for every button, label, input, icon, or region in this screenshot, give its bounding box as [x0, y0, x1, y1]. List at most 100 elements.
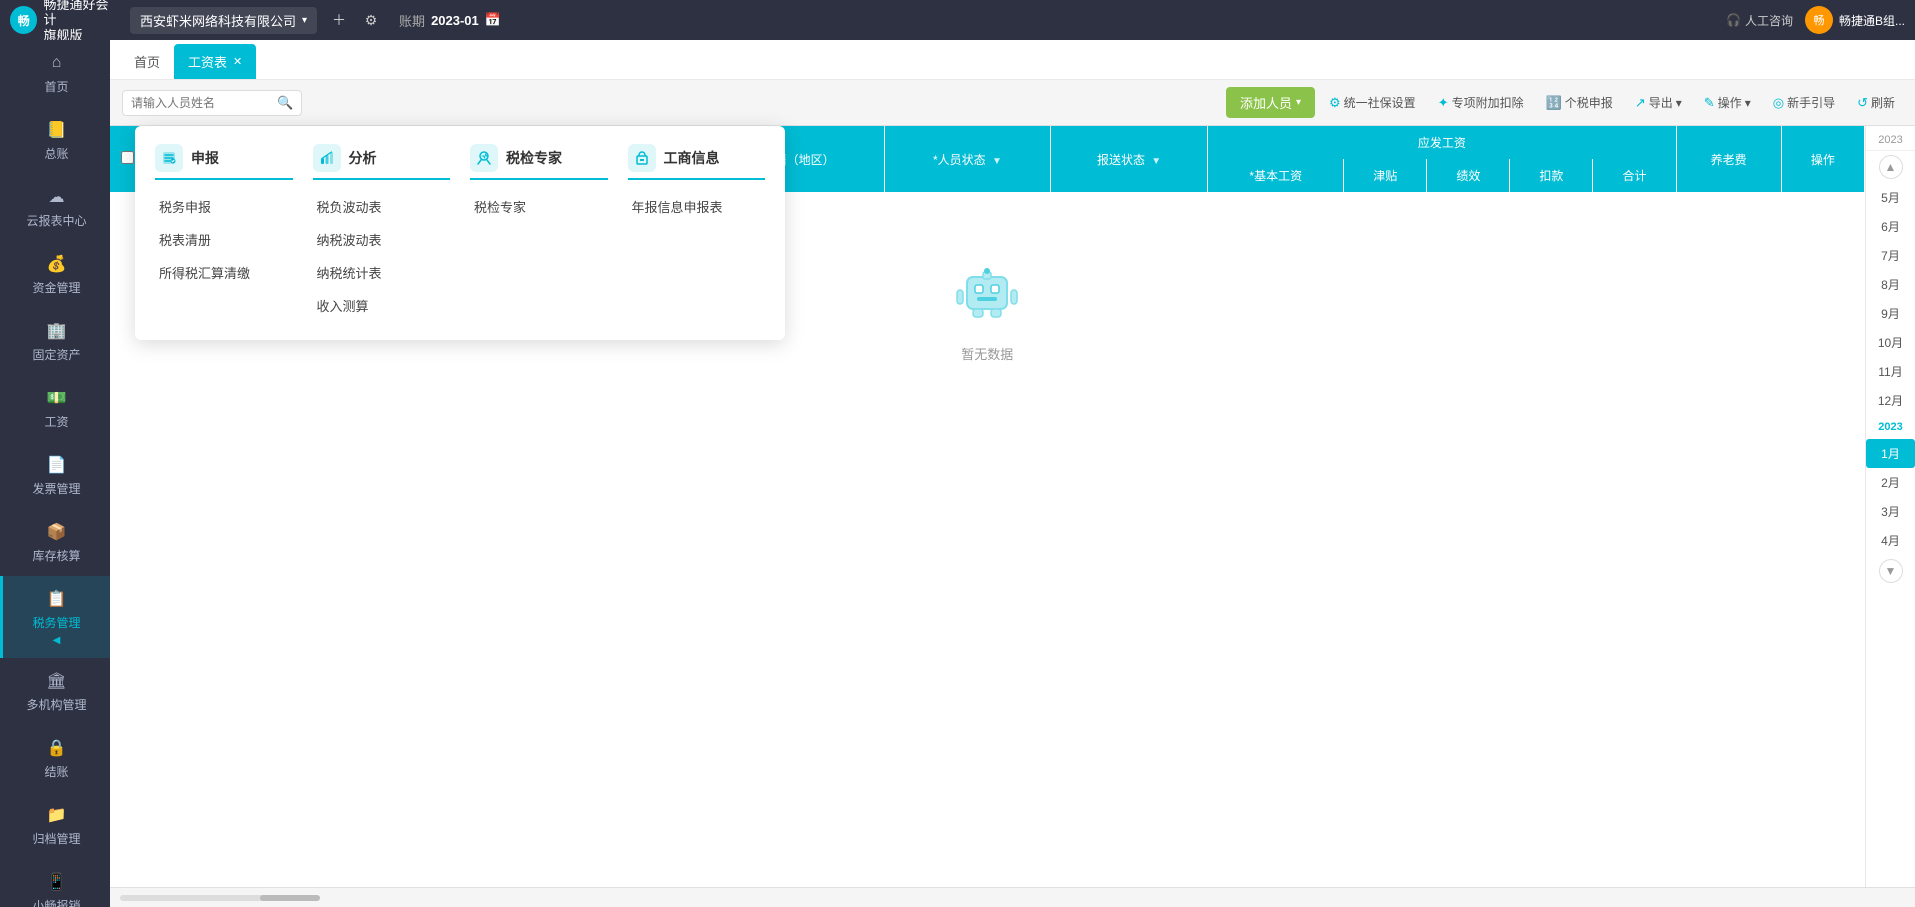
dropdown-item-tax-expert[interactable]: 税检专家 [470, 190, 608, 223]
inventory-icon: 📦 [46, 521, 68, 543]
sidebar-item-inventory[interactable]: 📦 库存核算 [0, 509, 110, 576]
sidebar-item-fund[interactable]: 💰 资金管理 [0, 241, 110, 308]
dropdown-item-tax-payment[interactable]: 纳税波动表 [313, 223, 451, 256]
date-item-1[interactable]: 1月 [1866, 439, 1915, 468]
new-guide-icon: ◎ [1773, 95, 1784, 111]
personal-tax-icon: 🔢 [1546, 95, 1562, 111]
tab-bar: 首页 工资表 ✕ [110, 40, 1915, 80]
th-status: *人员状态 ▼ [884, 126, 1050, 192]
scrollbar-area [110, 887, 1915, 907]
user-menu[interactable]: 畅 畅捷通B组... [1805, 6, 1905, 34]
operation-icon: ✎ [1704, 95, 1715, 111]
business-info-section-icon [628, 144, 656, 172]
dropdown-item-income-tax-settlement[interactable]: 所得税汇算清缴 [155, 256, 293, 289]
dropdown-item-tax-form[interactable]: 税表清册 [155, 223, 293, 256]
mini-sales-icon: 📱 [46, 871, 68, 893]
toolbar: 🔍 添加人员 ▾ ⚙ 统一社保设置 ✦ 专项附加扣除 🔢 个税申报 [110, 80, 1915, 126]
company-selector[interactable]: 西安虾米网络科技有限公司 ▾ [130, 7, 317, 34]
search-input[interactable] [131, 96, 271, 110]
dropdown-item-annual-report[interactable]: 年报信息申报表 [628, 190, 766, 223]
refresh-icon: ↺ [1857, 95, 1868, 111]
dropdown-item-income-calc[interactable]: 收入测算 [313, 289, 451, 322]
close-tab-icon[interactable]: ✕ [233, 55, 242, 68]
settings-icon[interactable]: ⚙ [359, 8, 383, 32]
search-icon: 🔍 [277, 95, 293, 111]
section-header-analysis: 分析 [313, 144, 451, 180]
sidebar-item-mini-sales[interactable]: 📱 小畅报销 [0, 859, 110, 907]
operation-button[interactable]: ✎ 操作 ▾ [1696, 90, 1759, 115]
period-calendar-icon[interactable]: 📅 [485, 12, 501, 28]
declaration-section-icon [155, 144, 183, 172]
date-sidebar-year: 2023 [1866, 130, 1915, 151]
sidebar-item-closing[interactable]: 🔒 结账 [0, 725, 110, 792]
date-item-8[interactable]: 8月 [1866, 270, 1915, 299]
th-allowance: 津贴 [1344, 159, 1427, 192]
scrollbar-thumb[interactable] [260, 895, 320, 901]
sidebar-item-assets[interactable]: 🏢 固定资产 [0, 308, 110, 375]
empty-text: 暂无数据 [961, 344, 1013, 363]
date-item-2[interactable]: 2月 [1866, 468, 1915, 497]
export-button[interactable]: ↗ 导出 ▾ [1627, 90, 1690, 115]
date-item-4[interactable]: 4月 [1866, 526, 1915, 555]
sidebar: ⌂ 首页 📒 总账 ☁ 云报表中心 💰 资金管理 🏢 固定资产 💵 工资 [0, 40, 110, 907]
sidebar-item-multi-org[interactable]: 🏛 多机构管理 [0, 658, 110, 725]
th-group-salary: 应发工资 [1208, 126, 1676, 159]
fund-icon: 💰 [46, 253, 68, 275]
refresh-button[interactable]: ↺ 刷新 [1849, 90, 1903, 115]
customer-service-button[interactable]: 🎧 人工咨询 [1726, 12, 1793, 29]
tab-home[interactable]: 首页 [120, 44, 174, 79]
th-performance: 绩效 [1427, 159, 1510, 192]
dropdown-item-tax-declaration[interactable]: 税务申报 [155, 190, 293, 223]
section-header-tax-expert: 税检专家 [470, 144, 608, 180]
sidebar-item-home[interactable]: ⌂ 首页 [0, 40, 110, 107]
period-value: 2023-01 [431, 13, 479, 28]
export-icon: ↗ [1635, 95, 1646, 111]
add-person-button[interactable]: 添加人员 ▾ [1226, 87, 1315, 118]
date-item-12[interactable]: 12月 [1866, 386, 1915, 415]
home-icon: ⌂ [46, 52, 68, 74]
date-item-5[interactable]: 5月 [1866, 183, 1915, 212]
logo-area: 畅 畅捷通好会计 旗舰版 [10, 0, 120, 43]
date-item-11[interactable]: 11月 [1866, 357, 1915, 386]
date-item-6[interactable]: 6月 [1866, 212, 1915, 241]
multi-org-icon: 🏛 [46, 670, 68, 692]
date-item-7[interactable]: 7月 [1866, 241, 1915, 270]
new-guide-button[interactable]: ◎ 新手引导 [1765, 90, 1843, 115]
archive-icon: 📁 [46, 804, 68, 826]
special-deduction-icon: ✦ [1438, 95, 1449, 111]
tab-salary[interactable]: 工资表 ✕ [174, 44, 256, 79]
dropdown-section-analysis: 分析 税负波动表 纳税波动表 纳税统计表 收入测算 [303, 136, 461, 330]
sidebar-item-cloud-report[interactable]: ☁ 云报表中心 [0, 174, 110, 241]
tax-expert-section-icon [470, 144, 498, 172]
personal-tax-button[interactable]: 🔢 个税申报 [1538, 90, 1621, 115]
invoice-icon: 📄 [46, 454, 68, 476]
analysis-section-icon [313, 144, 341, 172]
sidebar-item-archive[interactable]: 📁 归档管理 [0, 792, 110, 859]
date-item-9[interactable]: 9月 [1866, 299, 1915, 328]
social-security-button[interactable]: ⚙ 统一社保设置 [1321, 90, 1424, 115]
horizontal-scrollbar[interactable] [120, 895, 320, 901]
date-item-10[interactable]: 10月 [1866, 328, 1915, 357]
add-company-button[interactable]: ＋ [327, 8, 351, 32]
cloud-icon: ☁ [46, 186, 68, 208]
top-header: 畅 畅捷通好会计 旗舰版 西安虾米网络科技有限公司 ▾ ＋ ⚙ 账期 2023-… [0, 0, 1915, 40]
sidebar-item-salary[interactable]: 💵 工资 [0, 375, 110, 442]
ledger-icon: 📒 [46, 119, 68, 141]
sidebar-item-tax[interactable]: 📋 税务管理 ◀ [0, 576, 110, 658]
select-all-checkbox[interactable] [121, 151, 134, 164]
dropdown-section-business-info: 工商信息 年报信息申报表 [618, 136, 776, 330]
date-item-3[interactable]: 3月 [1866, 497, 1915, 526]
dropdown-item-tax-statistics[interactable]: 纳税统计表 [313, 256, 451, 289]
date-nav-up-button[interactable]: ▲ [1879, 155, 1903, 179]
sidebar-item-invoice[interactable]: 📄 发票管理 [0, 442, 110, 509]
date-sidebar: 2023 ▲ 5月 6月 7月 8月 9月 10月 11月 12月 2023 1… [1865, 126, 1915, 887]
special-deduction-button[interactable]: ✦ 专项附加扣除 [1430, 90, 1532, 115]
salary-icon: 💵 [46, 387, 68, 409]
user-avatar: 畅 [1805, 6, 1833, 34]
export-chevron-icon: ▾ [1676, 96, 1682, 110]
search-wrap: 🔍 [122, 90, 302, 116]
company-chevron-icon: ▾ [302, 15, 307, 26]
dropdown-item-tax-burden[interactable]: 税负波动表 [313, 190, 451, 223]
date-nav-down-button[interactable]: ▼ [1879, 559, 1903, 583]
sidebar-item-ledger[interactable]: 📒 总账 [0, 107, 110, 174]
